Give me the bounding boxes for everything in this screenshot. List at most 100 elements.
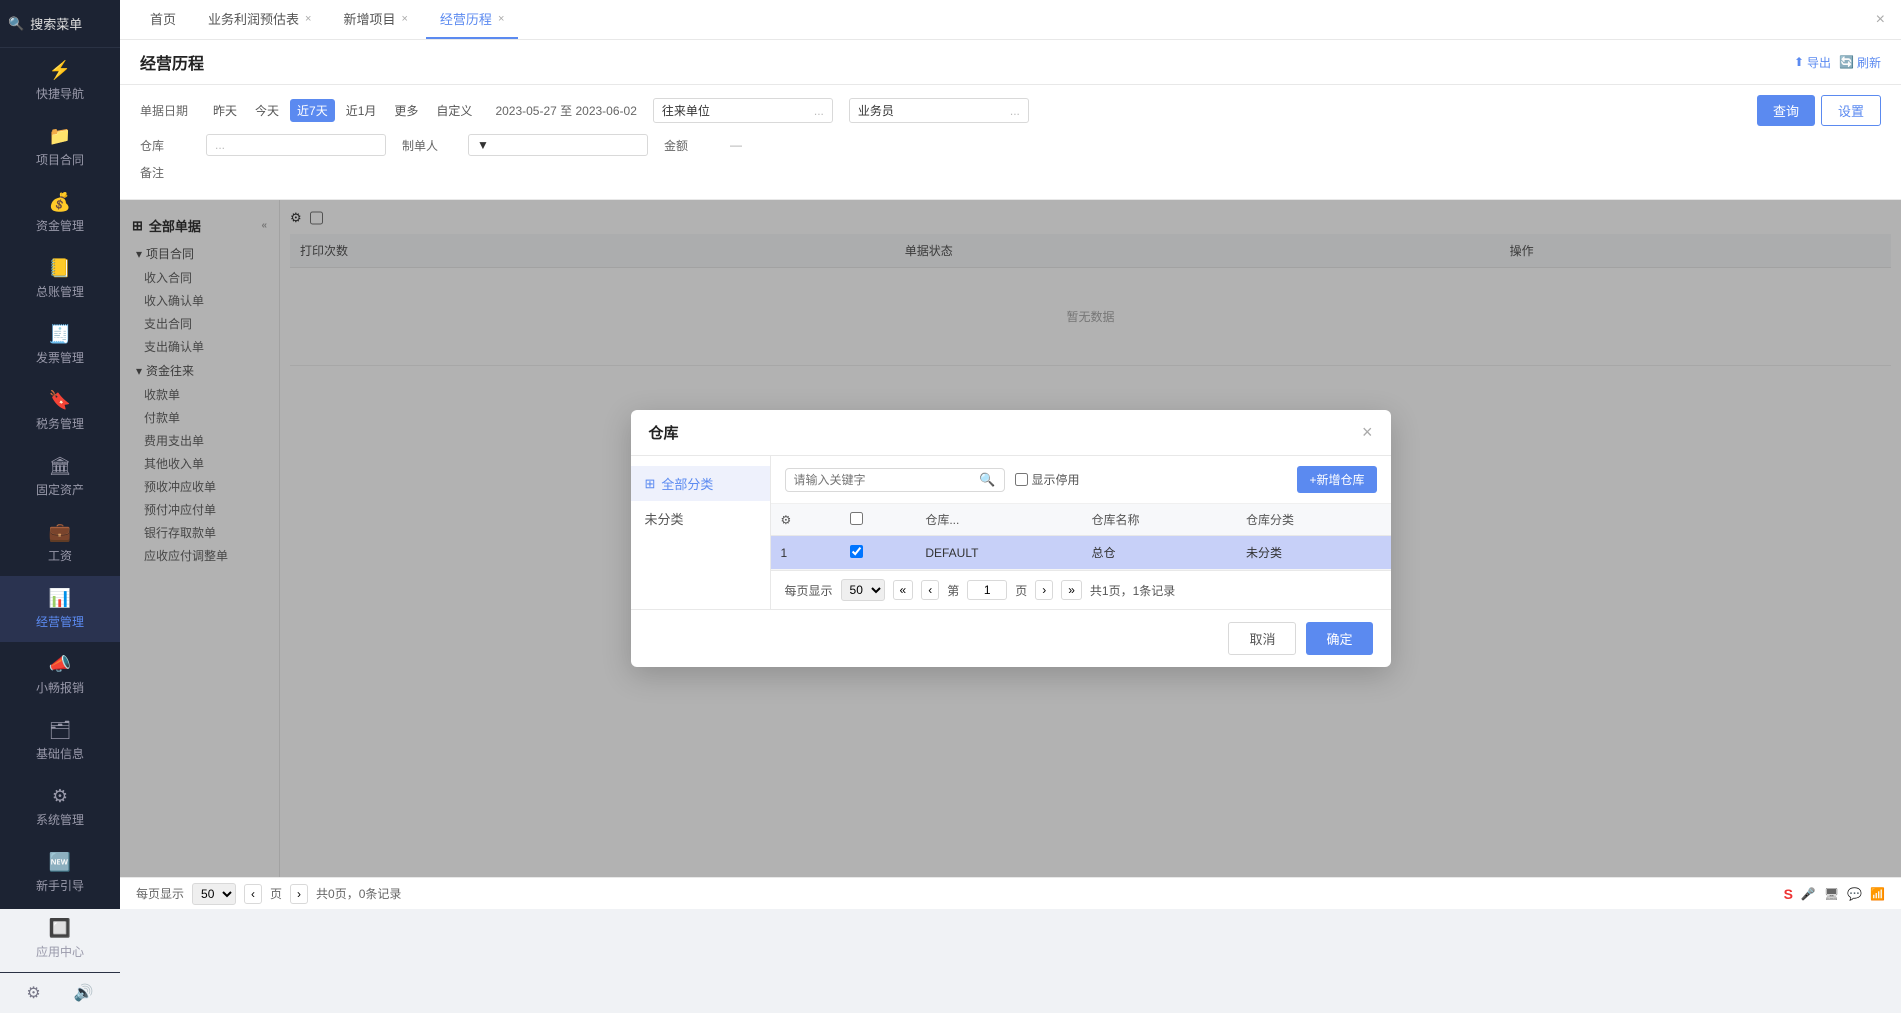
sidebar-item-label: 工资 [48,547,72,564]
salesman-filter[interactable]: 业务员 ... [849,98,1029,123]
sidebar-item-sys-mgmt[interactable]: ⚙ 系统管理 [0,774,120,840]
modal-col-settings: ⚙ [771,504,841,536]
modal-header: 仓库 × [631,410,1391,456]
settings-bottom-icon[interactable]: ⚙ [26,983,40,1003]
amount-placeholder: — [730,138,742,152]
refresh-icon: 🔄 [1839,55,1854,69]
modal-last-page-btn[interactable]: » [1061,580,1082,600]
sidebar-item-label: 快捷导航 [36,85,84,102]
date-btn-custom[interactable]: 自定义 [429,99,479,122]
sidebar-item-new-guide[interactable]: 🆕 新手引导 [0,840,120,906]
setting-button[interactable]: 设置 [1821,95,1881,126]
row-category: 未分类 [1236,536,1391,570]
modal-search-input[interactable] [794,473,975,487]
modal-sidebar-uncat-label: 未分类 [645,509,684,528]
sidebar-item-ledger-mgmt[interactable]: 📒 总账管理 [0,246,120,312]
tab-new-project[interactable]: 新增项目 × [329,0,421,39]
modal-per-page-select[interactable]: 50 [841,579,885,601]
sidebar-item-salary[interactable]: 💼 工资 [0,510,120,576]
modal-body: ⊞ 全部分类 未分类 [631,456,1391,609]
sidebar-item-label: 系统管理 [36,811,84,828]
date-btn-more[interactable]: 更多 [387,99,425,122]
sidebar-item-fund-mgmt[interactable]: 💰 资金管理 [0,180,120,246]
tab-profit-estimate[interactable]: 业务利润预估表 × [194,0,325,39]
status-chat-icon[interactable]: 💬 [1847,887,1862,901]
modal-close-button[interactable]: × [1362,422,1373,443]
modal-page-input[interactable] [967,580,1007,600]
modal-sidebar-all-category[interactable]: ⊞ 全部分类 [631,466,770,501]
date-btn-1month[interactable]: 近1月 [339,99,384,122]
modal-col-category: 仓库分类 [1236,504,1391,536]
export-button[interactable]: ⬆ 导出 [1794,54,1831,71]
sidebar-item-project-contract[interactable]: 📁 项目合同 [0,114,120,180]
tab-new-project-label: 新增项目 [343,9,395,28]
status-mic-icon[interactable]: 🎤 [1801,887,1816,901]
status-prev-btn[interactable]: ‹ [244,884,262,904]
sidebar-item-base-info[interactable]: 🗂 基础信息 [0,708,120,774]
modal-pagination: 每页显示 50 « ‹ 第 页 › » [771,570,1391,609]
query-button[interactable]: 查询 [1757,95,1815,126]
status-monitor-icon[interactable]: 🖥 [1824,887,1839,901]
tab-close-all-icon[interactable]: × [1876,11,1885,29]
tab-biz-history-close[interactable]: × [498,13,504,25]
creator-dropdown-icon: ▼ [477,138,489,152]
sidebar-item-invoice-mgmt[interactable]: 🧾 发票管理 [0,312,120,378]
modal-footer: 取消 确定 [631,609,1391,667]
sidebar-item-label: 新手引导 [36,877,84,894]
header-actions: ⬆ 导出 🔄 刷新 [1794,54,1881,71]
modal-search-icon: 🔍 [979,472,995,488]
status-per-page-label: 每页显示 [136,885,184,902]
row-checkbox[interactable] [840,536,915,570]
sidebar-item-app-center[interactable]: 🔲 应用中心 [0,906,120,972]
warehouse-filter[interactable]: ... [206,134,386,156]
date-btn-today[interactable]: 今天 [248,99,286,122]
modal-sidebar-uncategorized[interactable]: 未分类 [631,501,770,536]
status-wifi-icon[interactable]: 📶 [1870,887,1885,901]
date-btn-7days[interactable]: 近7天 [290,99,335,122]
sidebar-item-xiaochu[interactable]: 📣 小畅报销 [0,642,120,708]
tab-profit-estimate-close[interactable]: × [305,13,311,25]
date-buttons: 昨天 今天 近7天 近1月 更多 自定义 [206,99,479,122]
tabs-bar: 首页 业务利润预估表 × 新增项目 × 经营历程 × × [120,0,1901,40]
sys-mgmt-icon: ⚙ [52,786,68,807]
warehouse-filter-label: 仓库 [140,137,190,154]
filter-row-1: 单据日期 昨天 今天 近7天 近1月 更多 自定义 2023-05-27 至 2… [140,95,1881,126]
refresh-button[interactable]: 🔄 刷新 [1839,54,1881,71]
modal-per-page-label: 每页显示 [785,582,833,599]
refresh-label: 刷新 [1857,54,1881,71]
table-row[interactable]: 1 DEFAULT 总仓 未分类 [771,536,1391,570]
tab-biz-history[interactable]: 经营历程 × [426,0,518,39]
modal-search-box[interactable]: 🔍 [785,468,1005,492]
modal-next-page-btn[interactable]: › [1035,580,1053,600]
speaker-bottom-icon[interactable]: 🔊 [74,983,94,1003]
biz-mgmt-icon: 📊 [49,588,71,609]
show-disabled-checkbox[interactable] [1015,473,1028,486]
sidebar-search[interactable]: 🔍 搜索菜单 [0,0,120,48]
modal-cancel-button[interactable]: 取消 [1228,622,1296,655]
status-per-page-select[interactable]: 50 [192,883,236,905]
show-disabled-label[interactable]: 显示停用 [1015,471,1080,488]
modal-col-code: 仓库... [915,504,1081,536]
new-guide-icon: 🆕 [49,852,71,873]
modal-confirm-button[interactable]: 确定 [1306,622,1372,655]
tab-new-project-close[interactable]: × [401,13,407,25]
salesman-label: 业务员 [858,102,894,119]
status-next-btn[interactable]: › [290,884,308,904]
date-btn-yesterday[interactable]: 昨天 [206,99,244,122]
modal-prev-page-btn[interactable]: ‹ [921,580,939,600]
add-warehouse-button[interactable]: +新增仓库 [1297,466,1376,493]
sidebar-item-quick-nav[interactable]: ⚡ 快捷导航 [0,48,120,114]
sidebar-item-biz-mgmt[interactable]: 📊 经营管理 [0,576,120,642]
sidebar-item-tax-mgmt[interactable]: 🔖 税务管理 [0,378,120,444]
modal-backdrop: 仓库 × ⊞ 全部分类 未分类 [120,200,1901,877]
modal-first-page-btn[interactable]: « [893,580,914,600]
sidebar-item-fixed-asset[interactable]: 🏛 固定资产 [0,444,120,510]
export-label: 导出 [1807,54,1831,71]
note-filter-label: 备注 [140,164,190,181]
tab-home[interactable]: 首页 [136,0,190,39]
date-filter-label: 单据日期 [140,102,190,119]
project-contract-icon: 📁 [49,126,71,147]
partner-filter[interactable]: 往来单位 ... [653,98,833,123]
modal-select-all[interactable] [850,512,863,525]
creator-filter[interactable]: ▼ [468,134,648,156]
